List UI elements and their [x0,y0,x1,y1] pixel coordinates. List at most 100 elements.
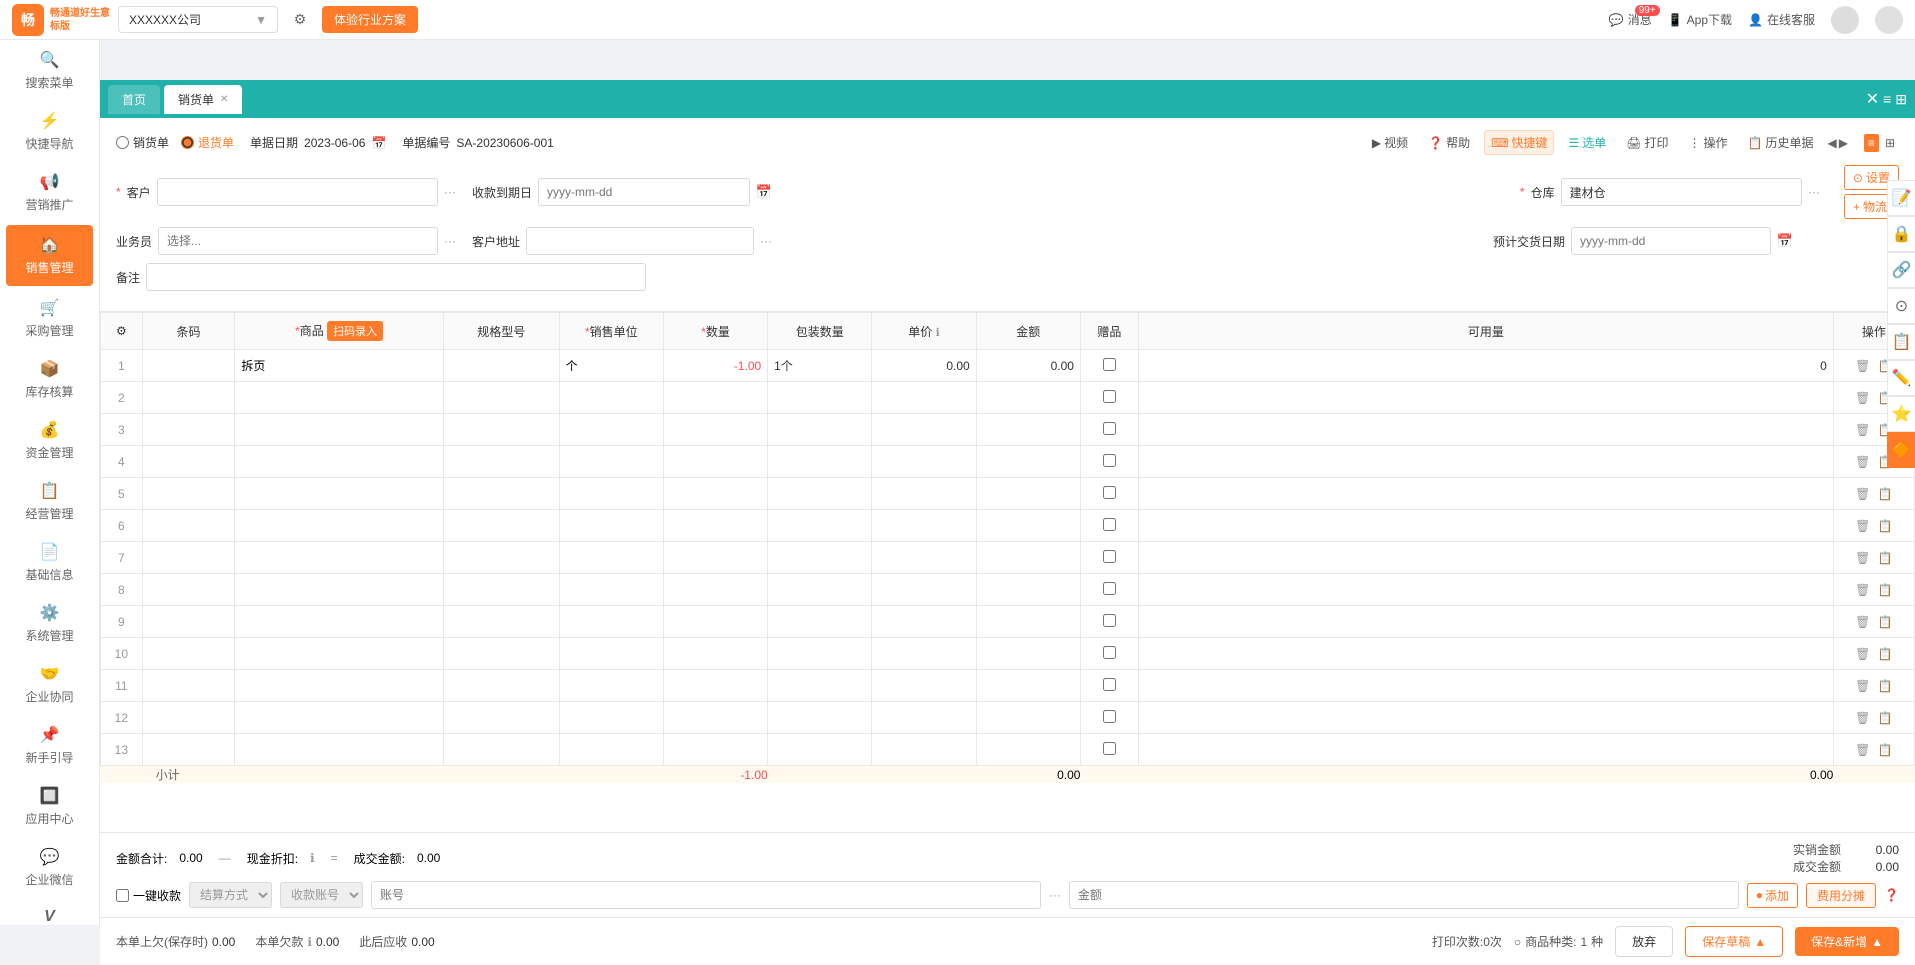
sidebar-item-basic-info[interactable]: 📄 基础信息 [0,532,99,593]
radio-return-input[interactable] [181,136,194,149]
salesperson-dots[interactable]: ··· [444,234,456,248]
shortcut-btn[interactable]: ⌨ 快捷键 [1484,130,1554,155]
help-btn[interactable]: ❓ 帮助 [1422,131,1476,154]
row-qty[interactable]: -1.00 [663,350,767,382]
history-btn[interactable]: 📋 历史单据 [1741,131,1819,154]
row-gift[interactable] [1080,574,1138,606]
row-unit[interactable] [559,670,663,702]
row-unit[interactable] [559,574,663,606]
one-click-payment-checkbox[interactable] [116,889,129,902]
row-qty[interactable] [663,542,767,574]
row-unit[interactable] [559,542,663,574]
delivery-date-input[interactable] [1571,227,1771,255]
delete-icon[interactable]: 🗑 [1855,391,1870,405]
row-unit[interactable] [559,478,663,510]
row-qty[interactable] [663,478,767,510]
row-barcode[interactable] [142,414,235,446]
row-gift[interactable] [1080,734,1138,766]
row-qty[interactable] [663,606,767,638]
row-spec[interactable] [443,606,559,638]
row-qty[interactable] [663,574,767,606]
sidebar-item-wechat[interactable]: 💬 企业微信 [0,837,99,898]
copy-icon[interactable]: 📋 [1878,583,1893,597]
avatar2[interactable] [1875,6,1903,34]
salesperson-input[interactable] [158,227,438,255]
th-settings[interactable]: ⚙ [101,313,143,350]
customer-address-input[interactable] [526,227,754,255]
row-spec[interactable] [443,350,559,382]
row-gift[interactable] [1080,350,1138,382]
row-gift[interactable] [1080,638,1138,670]
message-button[interactable]: 💬 消息 99+ [1609,11,1652,28]
row-product[interactable] [235,382,444,414]
select-btn[interactable]: ☰ 选单 [1562,131,1612,154]
row-barcode[interactable] [142,542,235,574]
delete-icon[interactable]: 🗑 [1855,615,1870,629]
radio-sale[interactable]: 销货单 [116,134,169,151]
row-unit[interactable] [559,446,663,478]
sidebar-item-finance[interactable]: 💰 资金管理 [0,410,99,471]
prev-btn[interactable]: ◀ [1827,136,1836,150]
row-gift[interactable] [1080,606,1138,638]
row-qty[interactable] [663,414,767,446]
sidebar-item-purchase[interactable]: 🛒 采购管理 [0,288,99,349]
delete-icon[interactable]: 🗑 [1855,743,1870,757]
radio-return[interactable]: 退货单 [181,134,234,151]
delete-icon[interactable]: 🗑 [1855,551,1870,565]
discard-button[interactable]: 放弃 [1615,926,1673,957]
row-price[interactable] [872,478,976,510]
video-btn[interactable]: ▶ 视频 [1366,131,1414,154]
row-price[interactable] [872,510,976,542]
tab-layout-btn2[interactable]: ⊞ [1895,91,1907,108]
dots-icon[interactable]: ··· [1049,888,1061,902]
row-qty[interactable] [663,670,767,702]
next-btn[interactable]: ▶ [1839,136,1848,150]
row-unit[interactable] [559,510,663,542]
right-panel-btn-8[interactable]: 🔶 [1887,432,1915,468]
delivery-calendar-icon[interactable]: 📅 [1777,233,1793,249]
row-spec[interactable] [443,382,559,414]
scan-button[interactable]: 扫码录入 [327,321,383,341]
delete-icon[interactable]: 🗑 [1855,455,1870,469]
row-product[interactable] [235,350,444,382]
row-price[interactable] [872,414,976,446]
copy-icon[interactable]: 📋 [1878,551,1893,565]
payment-account-select[interactable]: 收款账号 [280,882,363,908]
row-price[interactable] [872,734,976,766]
row-unit[interactable] [559,382,663,414]
row-barcode[interactable] [142,382,235,414]
right-panel-btn-1[interactable]: 📝 [1887,180,1915,216]
row-barcode[interactable] [142,638,235,670]
address-dots[interactable]: ··· [760,234,772,248]
sidebar-item-operations[interactable]: 📋 经营管理 [0,471,99,532]
copy-icon[interactable]: 📋 [1878,647,1893,661]
row-barcode[interactable] [142,702,235,734]
row-product[interactable] [235,606,444,638]
row-unit[interactable] [559,702,663,734]
notes-input[interactable] [146,263,646,291]
right-panel-btn-7[interactable]: ⭐ [1887,396,1915,432]
experience-button[interactable]: 体验行业方案 [322,6,418,33]
warehouse-input[interactable] [1561,178,1802,206]
row-barcode[interactable] [142,510,235,542]
row-gift[interactable] [1080,542,1138,574]
row-spec[interactable] [443,510,559,542]
copy-icon[interactable]: 📋 [1878,679,1893,693]
list-layout-btn[interactable]: ≡ [1864,134,1879,152]
save-draft-button[interactable]: 保存草稿 ▲ [1685,926,1783,957]
delete-icon[interactable]: 🗑 [1855,359,1870,373]
sidebar-item-search[interactable]: 🔍 搜索菜单 [0,40,99,101]
row-qty[interactable] [663,382,767,414]
account-input[interactable] [371,881,1041,909]
calc-method-select[interactable]: 结算方式 [189,882,272,908]
delete-icon[interactable]: 🗑 [1855,519,1870,533]
right-panel-btn-4[interactable]: ⊙ [1887,288,1915,324]
row-price[interactable] [872,670,976,702]
row-barcode[interactable] [142,574,235,606]
operation-btn[interactable]: ⋮ 操作 [1682,131,1733,154]
copy-icon[interactable]: 📋 [1878,615,1893,629]
save-new-button[interactable]: 保存&新增 ▲ [1795,927,1899,956]
row-gift[interactable] [1080,510,1138,542]
print-btn[interactable]: 🖨 打印 [1620,131,1674,154]
delete-icon[interactable]: 🗑 [1855,679,1870,693]
